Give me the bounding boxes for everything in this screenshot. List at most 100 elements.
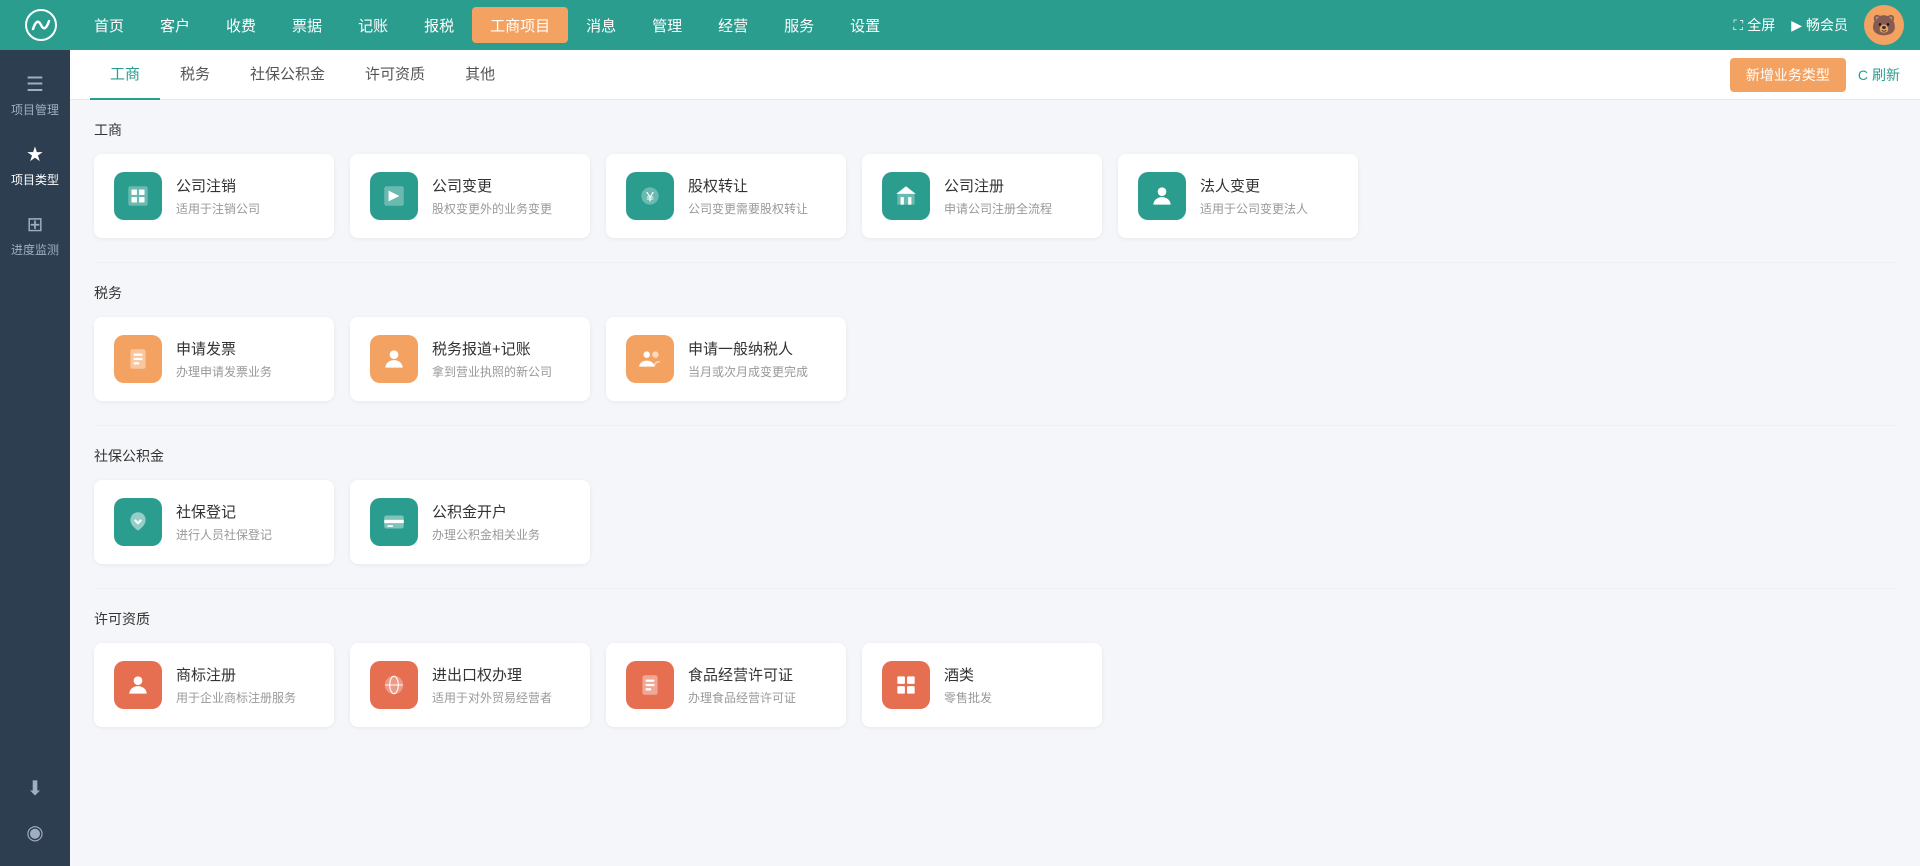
vip-btn[interactable]: ▶ 畅会员 — [1791, 15, 1848, 35]
card-desc-3-1: 适用于对外贸易经营者 — [432, 689, 552, 706]
sidebar-bottom: ⬇ ◉ — [17, 770, 53, 850]
section-divider-2 — [94, 588, 1896, 589]
scroll-content[interactable]: 工商公司注销适用于注销公司 公司变更股权变更外的业务变更 ¥ 股权转让公司变更需要股权… — [70, 100, 1920, 866]
sidebar-item-2[interactable]: ⊞进度监测 — [0, 200, 70, 270]
tab-0[interactable]: 工商 — [90, 50, 160, 100]
card-title-0-3: 公司注册 — [944, 175, 1052, 196]
card-desc-2-0: 进行人员社保登记 — [176, 526, 272, 543]
tab-3[interactable]: 许可资质 — [345, 50, 445, 100]
card-title-1-1: 税务报道+记账 — [432, 338, 552, 359]
card-desc-1-0: 办理申请发票业务 — [176, 363, 272, 380]
nav-item-9[interactable]: 经营 — [700, 0, 766, 50]
nav-item-5[interactable]: 报税 — [406, 0, 472, 50]
tab-1[interactable]: 税务 — [160, 50, 230, 100]
card-0-3[interactable]: 公司注册申请公司注册全流程 — [862, 154, 1102, 238]
card-icon-1-1 — [370, 335, 418, 383]
mascot-avatar: 🐻 — [1864, 5, 1904, 45]
card-title-0-0: 公司注销 — [176, 175, 260, 196]
card-0-1[interactable]: 公司变更股权变更外的业务变更 — [350, 154, 590, 238]
card-desc-3-2: 办理食品经营许可证 — [688, 689, 796, 706]
card-desc-3-0: 用于企业商标注册服务 — [176, 689, 296, 706]
card-title-3-0: 商标注册 — [176, 664, 296, 685]
card-2-1[interactable]: 公积金开户办理公积金相关业务 — [350, 480, 590, 564]
card-desc-0-2: 公司变更需要股权转让 — [688, 200, 808, 217]
card-text-3-2: 食品经营许可证办理食品经营许可证 — [688, 664, 796, 706]
card-0-2[interactable]: ¥ 股权转让公司变更需要股权转让 — [606, 154, 846, 238]
fullscreen-icon: ⛶ — [1733, 17, 1743, 34]
card-3-2[interactable]: 食品经营许可证办理食品经营许可证 — [606, 643, 846, 727]
nav-items: 首页客户收费票据记账报税工商项目消息管理经营服务设置 — [76, 0, 1733, 50]
top-nav: 首页客户收费票据记账报税工商项目消息管理经营服务设置 ⛶ 全屏 ▶ 畅会员 🐻 — [0, 0, 1920, 50]
section-divider-0 — [94, 262, 1896, 263]
card-icon-3-0 — [114, 661, 162, 709]
card-icon-3-3 — [882, 661, 930, 709]
tab-bar: 工商税务社保公积金许可资质其他 新增业务类型 C 刷新 — [70, 50, 1920, 100]
card-3-3[interactable]: 酒类零售批发 — [862, 643, 1102, 727]
card-text-0-0: 公司注销适用于注销公司 — [176, 175, 260, 217]
card-title-2-1: 公积金开户 — [432, 501, 540, 522]
location-icon[interactable]: ◉ — [17, 814, 53, 850]
card-text-3-0: 商标注册用于企业商标注册服务 — [176, 664, 296, 706]
section-title-1: 税务 — [94, 283, 1896, 303]
svg-text:¥: ¥ — [645, 188, 654, 204]
card-desc-0-4: 适用于公司变更法人 — [1200, 200, 1308, 217]
nav-item-7[interactable]: 消息 — [568, 0, 634, 50]
card-1-2[interactable]: 申请一般纳税人当月或次月成变更完成 — [606, 317, 846, 401]
nav-item-8[interactable]: 管理 — [634, 0, 700, 50]
nav-item-2[interactable]: 收费 — [208, 0, 274, 50]
tab-2[interactable]: 社保公积金 — [230, 50, 345, 100]
card-1-1[interactable]: 税务报道+记账拿到营业执照的新公司 — [350, 317, 590, 401]
tab-4[interactable]: 其他 — [445, 50, 515, 100]
card-1-0[interactable]: 申请发票办理申请发票业务 — [94, 317, 334, 401]
nav-item-10[interactable]: 服务 — [766, 0, 832, 50]
card-3-0[interactable]: 商标注册用于企业商标注册服务 — [94, 643, 334, 727]
card-icon-0-0 — [114, 172, 162, 220]
refresh-button[interactable]: C 刷新 — [1858, 65, 1900, 85]
nav-item-1[interactable]: 客户 — [142, 0, 208, 50]
card-icon-2-1 — [370, 498, 418, 546]
card-desc-3-3: 零售批发 — [944, 689, 992, 706]
sidebar-item-0[interactable]: ☰项目管理 — [0, 60, 70, 130]
card-text-1-2: 申请一般纳税人当月或次月成变更完成 — [688, 338, 808, 380]
card-title-1-2: 申请一般纳税人 — [688, 338, 808, 359]
card-title-3-3: 酒类 — [944, 664, 992, 685]
nav-item-4[interactable]: 记账 — [340, 0, 406, 50]
card-title-0-1: 公司变更 — [432, 175, 552, 196]
card-text-2-1: 公积金开户办理公积金相关业务 — [432, 501, 540, 543]
card-3-1[interactable]: 进出口权办理适用于对外贸易经营者 — [350, 643, 590, 727]
sidebar-item-1[interactable]: ★项目类型 — [0, 130, 70, 200]
card-2-0[interactable]: 社保登记进行人员社保登记 — [94, 480, 334, 564]
card-text-0-4: 法人变更适用于公司变更法人 — [1200, 175, 1308, 217]
main-layout: ☰项目管理★项目类型⊞进度监测 ⬇ ◉ 工商税务社保公积金许可资质其他 新增业务… — [0, 50, 1920, 866]
download-icon[interactable]: ⬇ — [17, 770, 53, 806]
nav-item-0[interactable]: 首页 — [76, 0, 142, 50]
top-nav-right: ⛶ 全屏 ▶ 畅会员 🐻 — [1733, 5, 1904, 45]
sidebar-icon-2: ⊞ — [27, 212, 44, 237]
card-desc-1-1: 拿到营业执照的新公司 — [432, 363, 552, 380]
section-title-0: 工商 — [94, 120, 1896, 140]
card-icon-0-4 — [1138, 172, 1186, 220]
nav-item-3[interactable]: 票据 — [274, 0, 340, 50]
cards-grid-3: 商标注册用于企业商标注册服务 进出口权办理适用于对外贸易经营者 食品经营许可证办理食… — [94, 643, 1896, 727]
card-desc-1-2: 当月或次月成变更完成 — [688, 363, 808, 380]
nav-item-11[interactable]: 设置 — [832, 0, 898, 50]
add-type-button[interactable]: 新增业务类型 — [1730, 58, 1846, 92]
card-0-4[interactable]: 法人变更适用于公司变更法人 — [1118, 154, 1358, 238]
nav-item-6[interactable]: 工商项目 — [472, 7, 568, 43]
fullscreen-btn[interactable]: ⛶ 全屏 — [1733, 15, 1775, 35]
card-desc-0-1: 股权变更外的业务变更 — [432, 200, 552, 217]
cards-grid-0: 公司注销适用于注销公司 公司变更股权变更外的业务变更 ¥ 股权转让公司变更需要股权转让… — [94, 154, 1896, 238]
card-text-2-0: 社保登记进行人员社保登记 — [176, 501, 272, 543]
card-0-0[interactable]: 公司注销适用于注销公司 — [94, 154, 334, 238]
card-text-0-3: 公司注册申请公司注册全流程 — [944, 175, 1052, 217]
card-icon-1-2 — [626, 335, 674, 383]
sidebar: ☰项目管理★项目类型⊞进度监测 ⬇ ◉ — [0, 50, 70, 866]
card-icon-0-1 — [370, 172, 418, 220]
card-icon-3-2 — [626, 661, 674, 709]
card-title-0-2: 股权转让 — [688, 175, 808, 196]
card-icon-1-0 — [114, 335, 162, 383]
card-desc-0-3: 申请公司注册全流程 — [944, 200, 1052, 217]
cards-grid-1: 申请发票办理申请发票业务税务报道+记账拿到营业执照的新公司申请一般纳税人当月或次… — [94, 317, 1896, 401]
section-divider-1 — [94, 425, 1896, 426]
card-title-3-1: 进出口权办理 — [432, 664, 552, 685]
